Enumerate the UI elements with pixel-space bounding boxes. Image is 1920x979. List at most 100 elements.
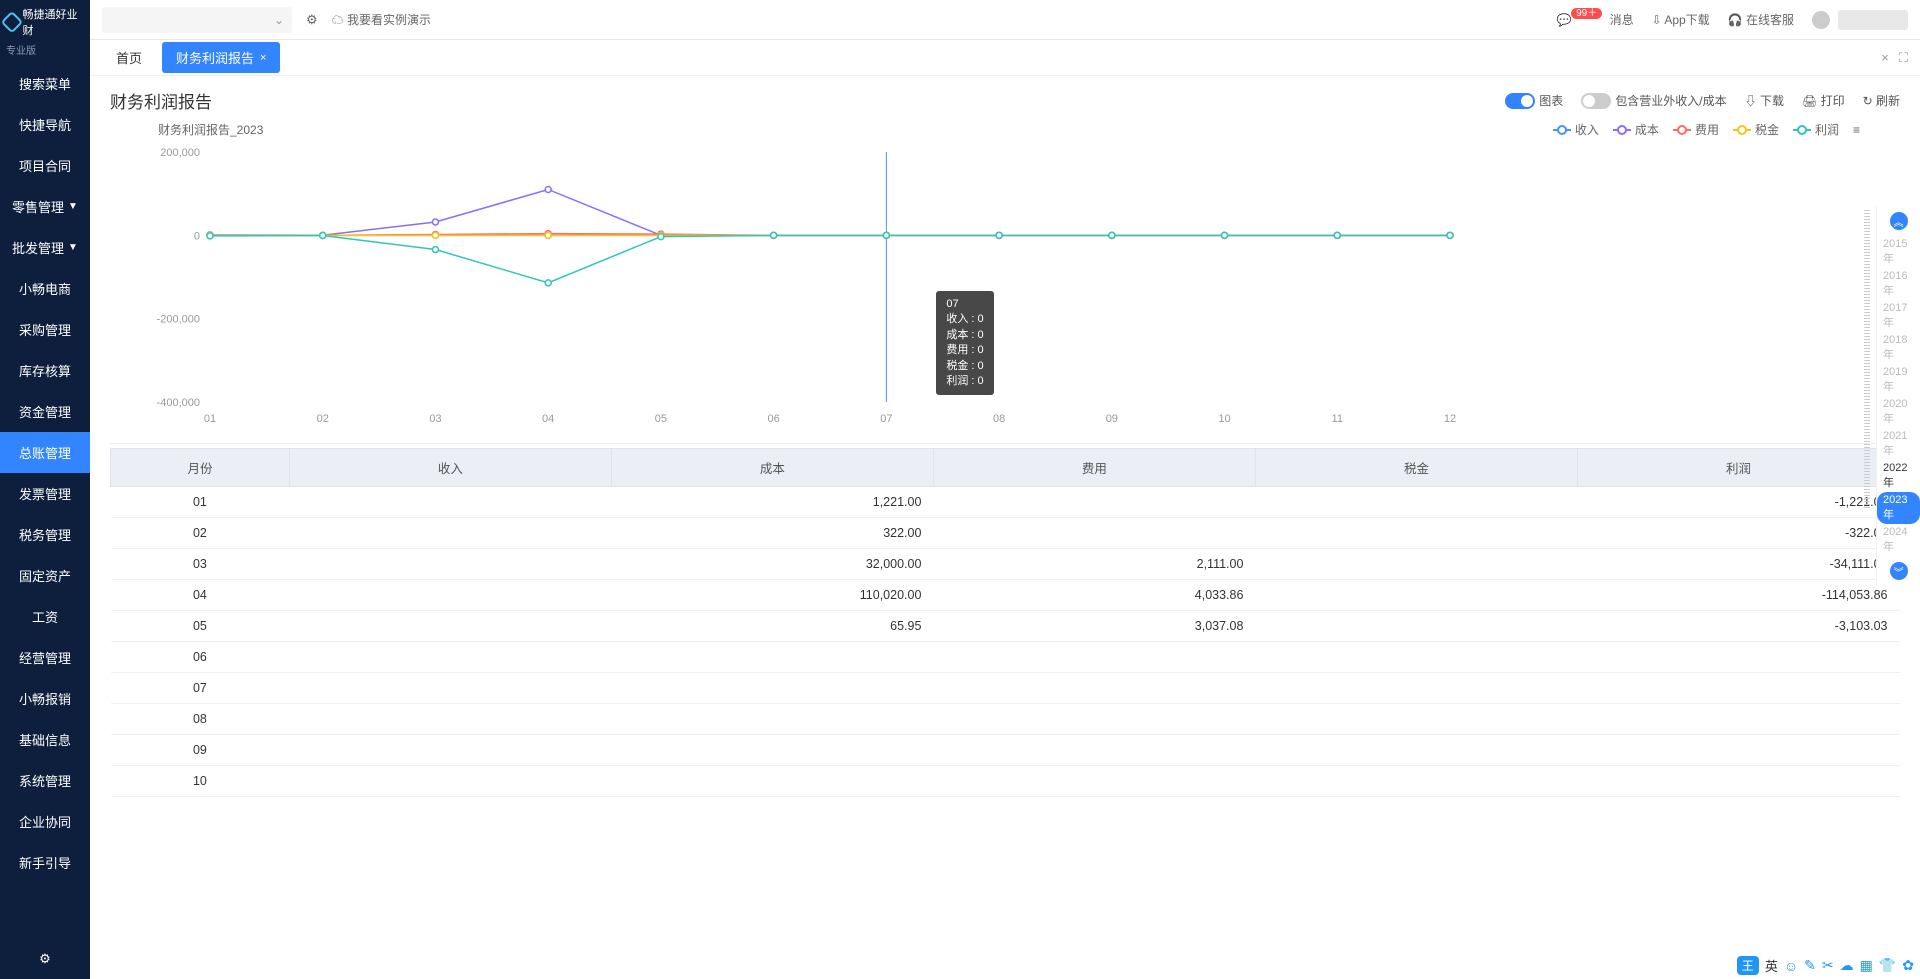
sidebar-item-15[interactable]: 小畅报销: [0, 678, 90, 719]
col-header: 收入: [289, 449, 611, 487]
year-item[interactable]: 2022年: [1877, 460, 1920, 492]
download-button[interactable]: ⇩ 下载: [1745, 92, 1784, 109]
demo-link[interactable]: ☁ 我要看实例演示: [332, 11, 431, 28]
sidebar-item-7[interactable]: 库存核算: [0, 350, 90, 391]
table-row: 02322.00-322.00: [111, 518, 1900, 549]
sidebar-item-18[interactable]: 企业协同: [0, 801, 90, 842]
svg-text:02: 02: [317, 413, 329, 425]
brand-name: 畅捷通好业财: [23, 6, 86, 38]
sidebar-item-13[interactable]: 工资: [0, 596, 90, 637]
cloud-icon: ☁: [332, 13, 344, 27]
gear-icon[interactable]: ✿: [1902, 957, 1914, 974]
sidebar-item-19[interactable]: 新手引导: [0, 842, 90, 883]
tab-home[interactable]: 首页: [102, 42, 156, 73]
messages-link[interactable]: 💬 99＋ 消息: [1557, 11, 1634, 28]
year-rail: ︽ 2015年2016年2017年2018年2019年2020年2021年202…: [1876, 206, 1920, 586]
table-row: 10: [111, 766, 1900, 797]
svg-text:10: 10: [1218, 413, 1230, 425]
ime-lang[interactable]: 英: [1765, 956, 1778, 975]
tab-bar: 首页 财务利润报告 × × ⛶: [90, 40, 1920, 76]
service-link[interactable]: 🎧 在线客服: [1728, 11, 1794, 28]
sidebar-item-14[interactable]: 经营管理: [0, 637, 90, 678]
svg-text:07: 07: [880, 413, 892, 425]
edit-icon[interactable]: ✎: [1804, 957, 1816, 974]
close-all-icon[interactable]: ×: [1881, 50, 1889, 66]
col-header: 费用: [933, 449, 1255, 487]
legend-item[interactable]: .leg-mark[style*="#4a90ff"]::after{borde…: [1553, 121, 1599, 138]
brand-icon: [1, 11, 23, 33]
svg-text:0: 0: [194, 230, 200, 242]
sidebar-item-9[interactable]: 总账管理: [0, 432, 90, 473]
resize-handle[interactable]: [1864, 210, 1870, 510]
legend-item[interactable]: .leg-mark[style*="#8a6cff"]::after{borde…: [1613, 121, 1659, 138]
year-item[interactable]: 2015年: [1877, 236, 1920, 268]
year-item[interactable]: 2023年: [1877, 492, 1920, 524]
sidebar-item-0[interactable]: 搜索菜单: [0, 63, 90, 104]
expand-icon[interactable]: ⛶: [1899, 50, 1908, 66]
year-item[interactable]: 2016年: [1877, 268, 1920, 300]
sidebar-item-6[interactable]: 采购管理: [0, 309, 90, 350]
svg-text:12: 12: [1444, 413, 1456, 425]
col-header: 税金: [1255, 449, 1577, 487]
svg-text:-200,000: -200,000: [157, 314, 200, 326]
year-item[interactable]: 2018年: [1877, 332, 1920, 364]
ime-engine[interactable]: 王: [1737, 956, 1759, 975]
download-link[interactable]: ⇩ App下载: [1652, 11, 1710, 28]
year-item[interactable]: 2020年: [1877, 396, 1920, 428]
scroll-down-icon[interactable]: ︾: [1890, 562, 1908, 580]
svg-text:11: 11: [1332, 413, 1343, 425]
year-item[interactable]: 2021年: [1877, 428, 1920, 460]
close-icon[interactable]: ×: [260, 52, 266, 64]
chevron-down-icon: ⌄: [274, 13, 284, 27]
year-item[interactable]: 2019年: [1877, 364, 1920, 396]
print-icon: 🖨: [1802, 94, 1817, 108]
shirt-icon[interactable]: 👕: [1879, 957, 1896, 974]
smile-icon[interactable]: ☺: [1784, 958, 1798, 974]
year-item[interactable]: 2017年: [1877, 300, 1920, 332]
sidebar-item-16[interactable]: 基础信息: [0, 719, 90, 760]
chart-legend: .leg-mark[style*="#4a90ff"]::after{borde…: [1553, 121, 1860, 138]
sidebar-item-10[interactable]: 发票管理: [0, 473, 90, 514]
sidebar-item-17[interactable]: 系统管理: [0, 760, 90, 801]
table-row: 08: [111, 704, 1900, 735]
sidebar-item-11[interactable]: 税务管理: [0, 514, 90, 555]
gear-icon: ⚙: [39, 951, 51, 966]
legend-item[interactable]: .leg-mark[style*="#2ec7b6"]::after{borde…: [1793, 121, 1839, 138]
scroll-up-icon[interactable]: ︽: [1890, 212, 1908, 230]
toggle-chart[interactable]: 图表: [1505, 92, 1563, 110]
ime-bar: 王 英 ☺ ✎ ✂ ☁ ▦ 👕 ✿: [1737, 956, 1914, 975]
svg-text:04: 04: [542, 413, 554, 425]
chat-icon: 💬: [1557, 13, 1572, 27]
chart-tooltip: 07收入 : 0成本 : 0费用 : 0税金 : 0利润 : 0: [936, 291, 993, 395]
scissors-icon[interactable]: ✂: [1822, 957, 1834, 974]
print-button[interactable]: 🖨 打印: [1802, 92, 1845, 109]
settings-button[interactable]: ⚙: [0, 939, 90, 979]
toggle-extra[interactable]: 包含营业外收入/成本: [1581, 92, 1726, 110]
sidebar-item-5[interactable]: 小畅电商: [0, 268, 90, 309]
year-item[interactable]: 2024年: [1877, 524, 1920, 556]
sidebar-item-1[interactable]: 快捷导航: [0, 104, 90, 145]
table-row: 06: [111, 642, 1900, 673]
legend-item[interactable]: .leg-mark[style*="#ff6b6b"]::after{borde…: [1673, 121, 1719, 138]
table-row: 0565.953,037.08-3,103.03: [111, 611, 1900, 642]
sidebar-item-3[interactable]: 零售管理▼: [0, 186, 90, 227]
sidebar-item-4[interactable]: 批发管理▼: [0, 227, 90, 268]
org-selector[interactable]: ⌄: [102, 7, 292, 33]
topbar: ⌄ ⚙ ☁ 我要看实例演示 💬 99＋ 消息 ⇩ App下载 🎧: [90, 0, 1920, 40]
legend-expand-icon[interactable]: ≡: [1853, 123, 1860, 137]
sidebar: 畅捷通好业财 专业版 搜索菜单快捷导航项目合同零售管理▼批发管理▼小畅电商采购管…: [0, 0, 90, 979]
sidebar-item-8[interactable]: 资金管理: [0, 391, 90, 432]
refresh-button[interactable]: ↻ 刷新: [1863, 92, 1900, 109]
page-title: 财务利润报告: [110, 88, 212, 113]
tab-report[interactable]: 财务利润报告 ×: [162, 42, 280, 73]
gear-icon[interactable]: ⚙: [306, 12, 318, 28]
cloud-icon[interactable]: ☁: [1840, 957, 1854, 974]
chevron-down-icon: ▼: [68, 201, 78, 212]
avatar[interactable]: [1812, 10, 1908, 30]
legend-item[interactable]: .leg-mark[style*="#f5c518"]::after{borde…: [1733, 121, 1779, 138]
sidebar-item-12[interactable]: 固定资产: [0, 555, 90, 596]
chart-area: 财务利润报告_2023 .leg-mark[style*="#4a90ff"]:…: [110, 121, 1900, 444]
download-icon: ⇩: [1745, 94, 1757, 108]
grid-icon[interactable]: ▦: [1860, 957, 1873, 974]
sidebar-item-2[interactable]: 项目合同: [0, 145, 90, 186]
